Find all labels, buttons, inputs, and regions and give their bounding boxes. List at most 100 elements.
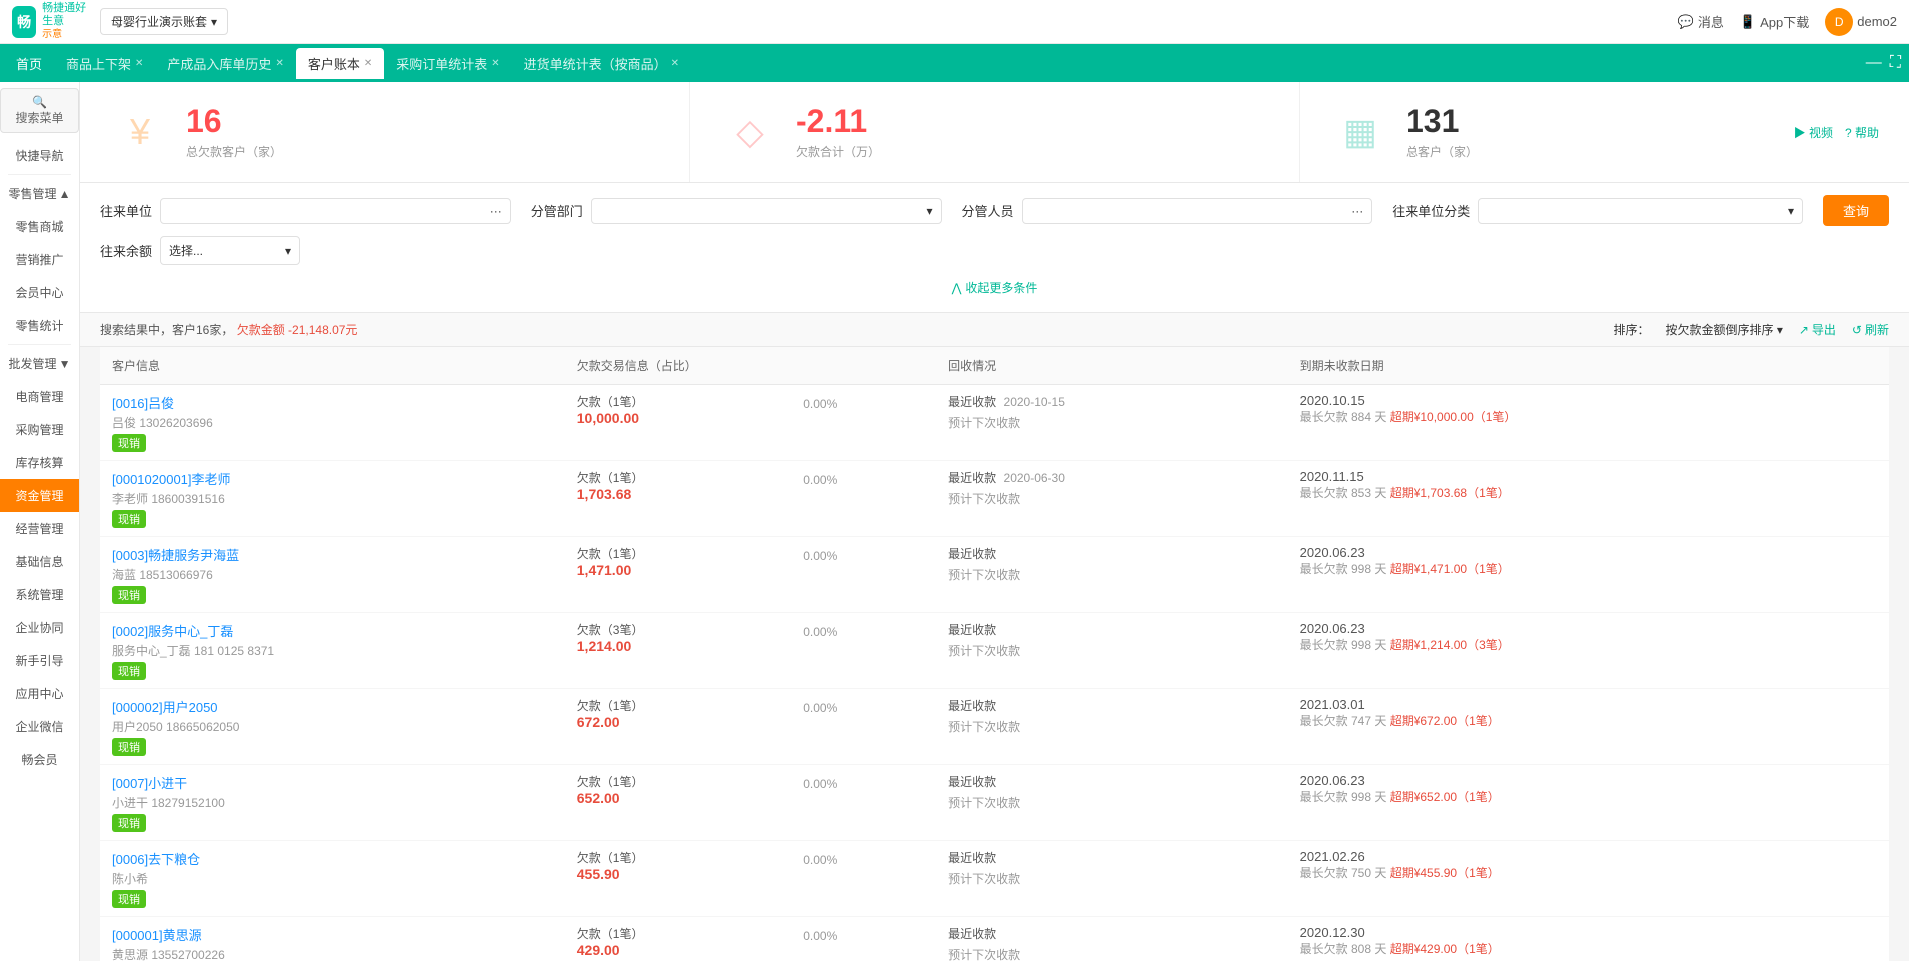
sidebar-item-warehouse[interactable]: 库存核算 (0, 446, 79, 479)
sidebar-item-batch-management[interactable]: 批发管理 ▼ (0, 347, 79, 380)
overdue-info[interactable]: 超期¥1,703.68（1笔） (1390, 486, 1510, 500)
app-download-btn[interactable]: 📱 App下载 (1740, 12, 1809, 31)
recovery-cell: 最近收款 2020-06-30 预计下次收款 (936, 461, 1287, 537)
customer-name-link[interactable]: [0007]小进干 (112, 776, 187, 791)
video-btn[interactable]: ▶ 视频 (1794, 124, 1833, 141)
tab-close-icon[interactable]: ✕ (275, 58, 283, 69)
tab-product-shelf[interactable]: 商品上下架 ✕ (54, 48, 155, 79)
tab-customer-account-label: 客户账本 (308, 54, 360, 73)
sidebar-newbie-label: 新手引导 (15, 654, 63, 668)
debt-info-cell: 欠款（1笔） 455.90 (565, 841, 791, 917)
tab-product-history-label: 产成品入库单历史 (167, 54, 271, 73)
message-btn[interactable]: 💬 消息 (1678, 12, 1724, 31)
collapse-row: ⋀ 收起更多条件 (100, 275, 1889, 300)
customer-name-link[interactable]: [0016]吕俊 (112, 396, 174, 411)
sidebar-item-basic-info[interactable]: 基础信息 (0, 545, 79, 578)
sidebar-search-btn[interactable]: 🔍 搜索菜单 (0, 88, 79, 133)
filter-balance: 往来余额 选择... ▾ (100, 236, 1889, 265)
debt-info-cell: 欠款（3笔） 1,214.00 (565, 613, 791, 689)
unit-category-select[interactable]: ▾ (1478, 198, 1803, 224)
store-selector[interactable]: 母婴行业演示账套 ▾ (100, 8, 228, 35)
tab-close-icon[interactable]: ✕ (491, 58, 499, 69)
app-download-label: App下载 (1760, 12, 1809, 31)
customer-name-link[interactable]: [0002]服务中心_丁磊 (112, 624, 233, 639)
sort-select[interactable]: 按欠款金额倒序排序 ▾ (1665, 321, 1782, 338)
overdue-info[interactable]: 超期¥455.90（1笔） (1390, 866, 1500, 880)
sidebar-item-enterprise-coop[interactable]: 企业协同 (0, 611, 79, 644)
sidebar-item-system[interactable]: 系统管理 (0, 578, 79, 611)
debt-info-cell: 欠款（1笔） 652.00 (565, 765, 791, 841)
sidebar-item-app-center[interactable]: 应用中心 (0, 677, 79, 710)
collapse-button[interactable]: ⋀ 收起更多条件 (952, 279, 1038, 296)
source-unit-input[interactable]: ··· (160, 198, 511, 224)
sidebar-item-retail-management[interactable]: 零售管理 ▲ (0, 177, 79, 210)
help-btn[interactable]: ? 帮助 (1845, 124, 1879, 141)
stat-icon-diamond: ◇ (720, 102, 780, 162)
customer-name-link[interactable]: [0003]畅捷服务尹海蓝 (112, 548, 239, 563)
overdue-info[interactable]: 超期¥10,000.00（1笔） (1390, 410, 1517, 424)
table-body: [0016]吕俊 吕俊 13026203696 现销 欠款（1笔） 10,000… (100, 385, 1889, 961)
sidebar-item-retail-stats[interactable]: 零售统计 (0, 309, 79, 342)
recovery-info: 最近收款 (948, 545, 1275, 562)
sidebar-item-member[interactable]: 会员中心 (0, 276, 79, 309)
minimize-icon[interactable]: — (1866, 54, 1882, 72)
tab-close-icon[interactable]: ✕ (671, 58, 679, 69)
manager-input[interactable]: ··· (1022, 198, 1373, 224)
recovery-cell: 最近收款 2020-10-15 预计下次收款 (936, 385, 1287, 461)
balance-select[interactable]: 选择... ▾ (160, 236, 300, 265)
sidebar-item-retail-store[interactable]: 零售商城 (0, 210, 79, 243)
refresh-btn[interactable]: ↺ 刷新 (1852, 321, 1889, 338)
message-label: 消息 (1698, 12, 1724, 31)
sidebar-item-quick-nav[interactable]: 快捷导航 (0, 139, 79, 172)
customer-info-cell: [0006]去下粮仓 陈小希 现销 (100, 841, 565, 917)
customer-name-link[interactable]: [000002]用户2050 (112, 700, 218, 715)
recovery-next: 预计下次收款 (948, 566, 1275, 583)
overdue-info[interactable]: 超期¥1,471.00（1笔） (1390, 562, 1510, 576)
customer-name-link[interactable]: [0006]去下粮仓 (112, 852, 200, 867)
tab-product-history[interactable]: 产成品入库单历史 ✕ (155, 48, 295, 79)
overdue-info[interactable]: 超期¥652.00（1笔） (1390, 790, 1500, 804)
export-btn[interactable]: ↗ 导出 (1799, 321, 1836, 338)
tab-import-stats[interactable]: 进货单统计表（按商品） ✕ (512, 48, 691, 79)
sidebar-item-newbie[interactable]: 新手引导 (0, 644, 79, 677)
tab-close-icon[interactable]: ✕ (364, 58, 372, 69)
customer-sub: 陈小希 (112, 870, 553, 887)
sidebar-item-vip-member[interactable]: 畅会员 (0, 743, 79, 776)
debt-info-cell: 欠款（1笔） 1,703.68 (565, 461, 791, 537)
overdue-info[interactable]: 超期¥1,214.00（3笔） (1390, 638, 1510, 652)
overdue-info[interactable]: 超期¥672.00（1笔） (1390, 714, 1500, 728)
overdue-info[interactable]: 超期¥429.00（1笔） (1390, 942, 1500, 956)
tab-home[interactable]: 首页 (4, 48, 54, 79)
sidebar-search-section: 🔍 搜索菜单 (0, 82, 79, 139)
tab-purchase-order[interactable]: 采购订单统计表 ✕ (384, 48, 511, 79)
sidebar-basic-info-label: 基础信息 (15, 555, 63, 569)
sidebar-item-enterprise-wechat[interactable]: 企业微信 (0, 710, 79, 743)
collapse-up-icon: ⋀ (952, 281, 962, 295)
user-menu[interactable]: D demo2 (1825, 8, 1897, 36)
tab-customer-account[interactable]: 客户账本 ✕ (296, 48, 384, 79)
tab-purchase-order-label: 采购订单统计表 (396, 54, 487, 73)
customer-tag: 现销 (112, 662, 146, 680)
tab-close-icon[interactable]: ✕ (135, 58, 143, 69)
stat-number-debt-customers: 16 (186, 105, 659, 137)
customer-name-link[interactable]: [000001]黄思源 (112, 928, 202, 943)
recovery-cell: 最近收款 预计下次收款 (936, 613, 1287, 689)
dots-icon2: ··· (1351, 204, 1363, 218)
sidebar-item-purchase[interactable]: 采购管理 (0, 413, 79, 446)
sidebar-item-capital[interactable]: 资金管理 (0, 479, 79, 512)
dept-select[interactable]: ▾ (591, 198, 942, 224)
search-button[interactable]: 查询 (1823, 195, 1889, 226)
table-header: 客户信息 欠款交易信息（占比） 回收情况 到期未收款日期 (100, 347, 1889, 385)
maximize-icon[interactable]: ⛶ (1890, 54, 1901, 72)
due-date-cell: 2020.10.15 最长欠款 884 天 超期¥10,000.00（1笔） (1288, 385, 1889, 461)
recovery-cell: 最近收款 预计下次收款 (936, 765, 1287, 841)
export-label: 导出 (1812, 321, 1836, 338)
customer-info-cell: [000002]用户2050 用户2050 18665062050 现销 (100, 689, 565, 765)
sidebar-divider2 (8, 344, 71, 345)
sidebar-item-operations[interactable]: 经营管理 (0, 512, 79, 545)
chevron-down-icon3: ▾ (285, 244, 291, 258)
filter-balance-label: 往来余额 (100, 241, 152, 260)
sidebar-item-ecommerce[interactable]: 电商管理 (0, 380, 79, 413)
customer-name-link[interactable]: [0001020001]李老师 (112, 472, 231, 487)
sidebar-item-marketing[interactable]: 营销推广 (0, 243, 79, 276)
